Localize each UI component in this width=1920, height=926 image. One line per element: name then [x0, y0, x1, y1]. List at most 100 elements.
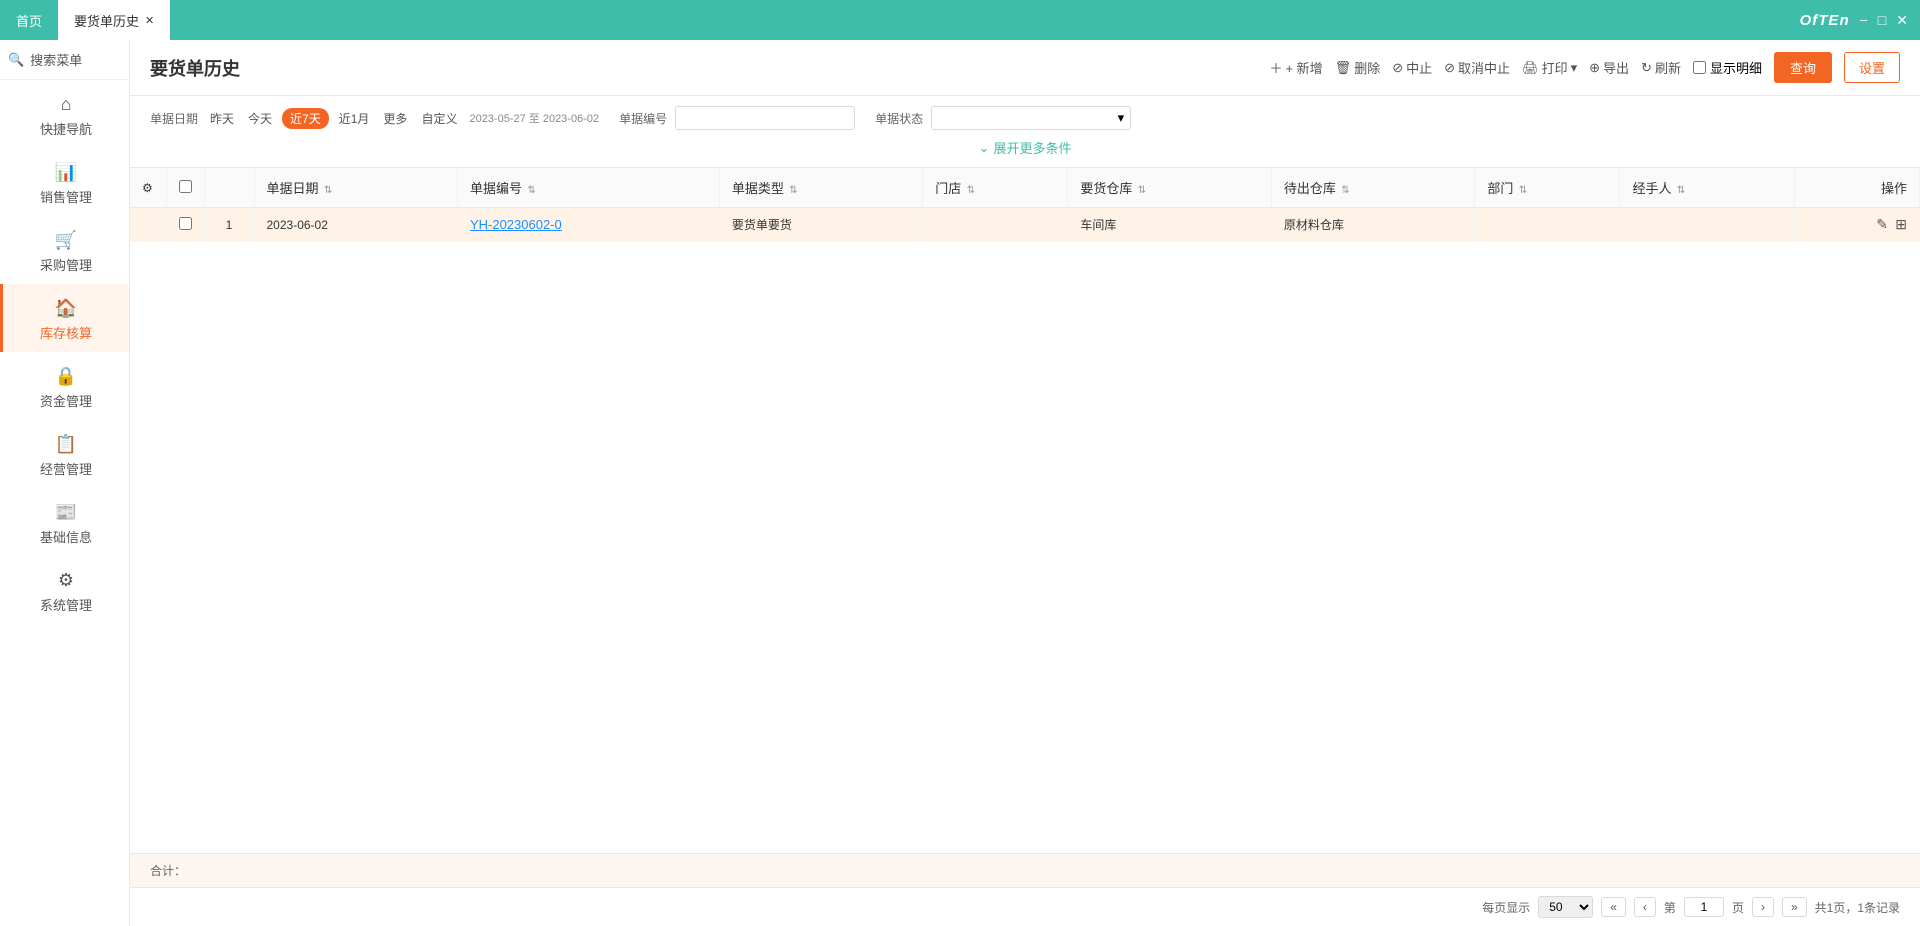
cancel-stop-button[interactable]: ⊘ 取消中止	[1444, 58, 1510, 77]
delete-button[interactable]: 🗑 删除	[1335, 58, 1381, 77]
sidebar-item-finance[interactable]: 🔒 资金管理	[0, 352, 129, 420]
status-dropdown-icon: ▾	[1118, 110, 1125, 126]
sidebar-item-operation[interactable]: 📋 经营管理	[0, 420, 129, 488]
status-filter-group: 单据状态 ▾	[875, 106, 1131, 130]
date-option-yesterday[interactable]: 昨天	[206, 108, 238, 129]
display-detail-toggle[interactable]: 显示明细	[1693, 58, 1762, 77]
sidebar-item-quick-nav[interactable]: ⌂ 快捷导航	[0, 80, 129, 148]
last-page-button[interactable]: »	[1782, 897, 1807, 917]
row-more-icon[interactable]: ⊞	[1895, 216, 1907, 232]
row-edit-icon[interactable]: ✎	[1876, 216, 1888, 232]
refresh-icon: ↻	[1641, 60, 1652, 76]
tab-home[interactable]: 首页	[0, 0, 58, 40]
sidebar-item-purchase-label: 采购管理	[40, 255, 92, 274]
minimize-btn[interactable]: −	[1860, 12, 1868, 28]
date-option-more[interactable]: 更多	[379, 108, 411, 129]
row-handler	[1620, 208, 1794, 242]
sidebar-search[interactable]: 🔍 搜索菜单	[0, 40, 129, 80]
next-page-button[interactable]: ›	[1752, 897, 1774, 917]
pagination-bar: 每页显示 10 20 50 100 « ‹ 第 页 › » 共1页，1条记录	[130, 887, 1920, 926]
select-all-checkbox[interactable]	[179, 180, 192, 193]
sidebar-item-basic-info[interactable]: 📰 基础信息	[0, 488, 129, 556]
new-icon: ＋	[1269, 58, 1282, 77]
finance-icon: 🔒	[55, 366, 77, 387]
col-date-header[interactable]: 单据日期 ⇅	[254, 168, 457, 208]
col-pending-warehouse-header[interactable]: 待出仓库 ⇅	[1271, 168, 1474, 208]
purchase-icon: 🛒	[55, 230, 77, 251]
query-button[interactable]: 查询	[1774, 52, 1832, 83]
stop-button[interactable]: ⊘ 中止	[1392, 58, 1432, 77]
col-bill-no-sort-icon: ⇅	[527, 185, 535, 196]
page-number-input[interactable]	[1684, 897, 1724, 917]
tab-close-icon[interactable]: ✕	[145, 14, 154, 27]
close-btn[interactable]: ✕	[1896, 12, 1908, 29]
sidebar-search-label: 搜索菜单	[30, 50, 82, 69]
brand-name: OfTEn	[1800, 12, 1850, 29]
sidebar-item-inventory-label: 库存核算	[40, 323, 92, 342]
tab-requisition-history-label: 要货单历史	[74, 11, 139, 30]
filter-area: 单据日期 昨天 今天 近7天 近1月 更多 自定义 2023-05-27 至 2…	[130, 96, 1920, 168]
total-info: 共1页，1条记录	[1815, 899, 1900, 916]
print-dropdown-icon: ▾	[1571, 60, 1578, 76]
inventory-icon: 🏠	[55, 298, 77, 319]
sidebar-item-inventory[interactable]: 🏠 库存核算	[0, 284, 129, 352]
col-store-sort-icon: ⇅	[967, 185, 975, 196]
col-settings-header[interactable]: ⚙	[130, 168, 166, 208]
date-option-7days[interactable]: 近7天	[282, 108, 329, 129]
new-label: + 新增	[1285, 58, 1322, 77]
col-operation-label: 操作	[1881, 181, 1907, 196]
print-button[interactable]: 🖨 打印 ▾	[1522, 58, 1577, 77]
col-handler-label: 经手人	[1632, 181, 1671, 196]
col-req-warehouse-header[interactable]: 要货仓库 ⇅	[1068, 168, 1271, 208]
col-pending-warehouse-sort-icon: ⇅	[1341, 185, 1349, 196]
sidebar-item-sales[interactable]: 📊 销售管理	[0, 148, 129, 216]
sidebar-item-quick-nav-label: 快捷导航	[40, 119, 92, 138]
col-req-warehouse-label: 要货仓库	[1080, 181, 1132, 196]
col-bill-no-header[interactable]: 单据编号 ⇅	[457, 168, 719, 208]
maximize-btn[interactable]: □	[1878, 12, 1886, 28]
status-label: 单据状态	[875, 110, 923, 127]
date-filter-group: 单据日期 昨天 今天 近7天 近1月 更多 自定义 2023-05-27 至 2…	[150, 108, 599, 129]
tab-requisition-history[interactable]: 要货单历史 ✕	[58, 0, 170, 40]
col-date-label: 单据日期	[267, 181, 319, 196]
expand-filter-button[interactable]: ⌄ 展开更多条件	[150, 138, 1900, 157]
col-dept-header[interactable]: 部门 ⇅	[1475, 168, 1620, 208]
display-detail-checkbox[interactable]	[1693, 61, 1706, 74]
expand-filter-label: 展开更多条件	[993, 138, 1071, 157]
row-req-warehouse: 车间库	[1068, 208, 1271, 242]
tab-home-label: 首页	[16, 11, 42, 30]
first-page-button[interactable]: «	[1601, 897, 1626, 917]
sidebar-item-system[interactable]: ⚙ 系统管理	[0, 556, 129, 624]
new-button[interactable]: ＋ + 新增	[1269, 58, 1322, 77]
col-bill-type-header[interactable]: 单据类型 ⇅	[719, 168, 922, 208]
status-select[interactable]: ▾	[931, 106, 1131, 130]
print-icon: 🖨	[1522, 60, 1539, 76]
sidebar-item-operation-label: 经营管理	[40, 459, 92, 478]
prev-page-button[interactable]: ‹	[1634, 897, 1656, 917]
row-date: 2023-06-02	[254, 208, 457, 242]
date-option-custom[interactable]: 自定义	[417, 108, 461, 129]
col-num-header	[204, 168, 254, 208]
col-store-header[interactable]: 门店 ⇅	[923, 168, 1068, 208]
table-wrapper: ⚙ 单据日期 ⇅ 单据编号 ⇅	[130, 168, 1920, 853]
col-date-sort-icon: ⇅	[324, 185, 332, 196]
settings-button[interactable]: 设置	[1844, 52, 1900, 83]
refresh-button[interactable]: ↻ 刷新	[1641, 58, 1681, 77]
date-option-today[interactable]: 今天	[244, 108, 276, 129]
col-pending-warehouse-label: 待出仓库	[1284, 181, 1336, 196]
sidebar-item-purchase[interactable]: 🛒 采购管理	[0, 216, 129, 284]
page-size-select[interactable]: 10 20 50 100	[1538, 896, 1593, 918]
col-dept-label: 部门	[1487, 181, 1513, 196]
col-handler-header[interactable]: 经手人 ⇅	[1620, 168, 1794, 208]
bill-no-link[interactable]: YH-20230602-0	[470, 217, 562, 232]
sidebar-item-basic-info-label: 基础信息	[40, 527, 92, 546]
date-option-1month[interactable]: 近1月	[335, 108, 374, 129]
top-bar-right: OfTEn − □ ✕	[1800, 12, 1920, 29]
export-button[interactable]: ⊕ 导出	[1589, 58, 1629, 77]
sidebar-item-system-label: 系统管理	[40, 595, 92, 614]
table-footer: 合计：	[130, 853, 1920, 887]
bill-no-input[interactable]	[675, 106, 855, 130]
display-detail-label: 显示明细	[1710, 58, 1762, 77]
main-layout: 🔍 搜索菜单 ⌂ 快捷导航 📊 销售管理 🛒 采购管理 🏠 库存核算 🔒 资金管…	[0, 40, 1920, 926]
row-checkbox[interactable]	[179, 217, 192, 230]
